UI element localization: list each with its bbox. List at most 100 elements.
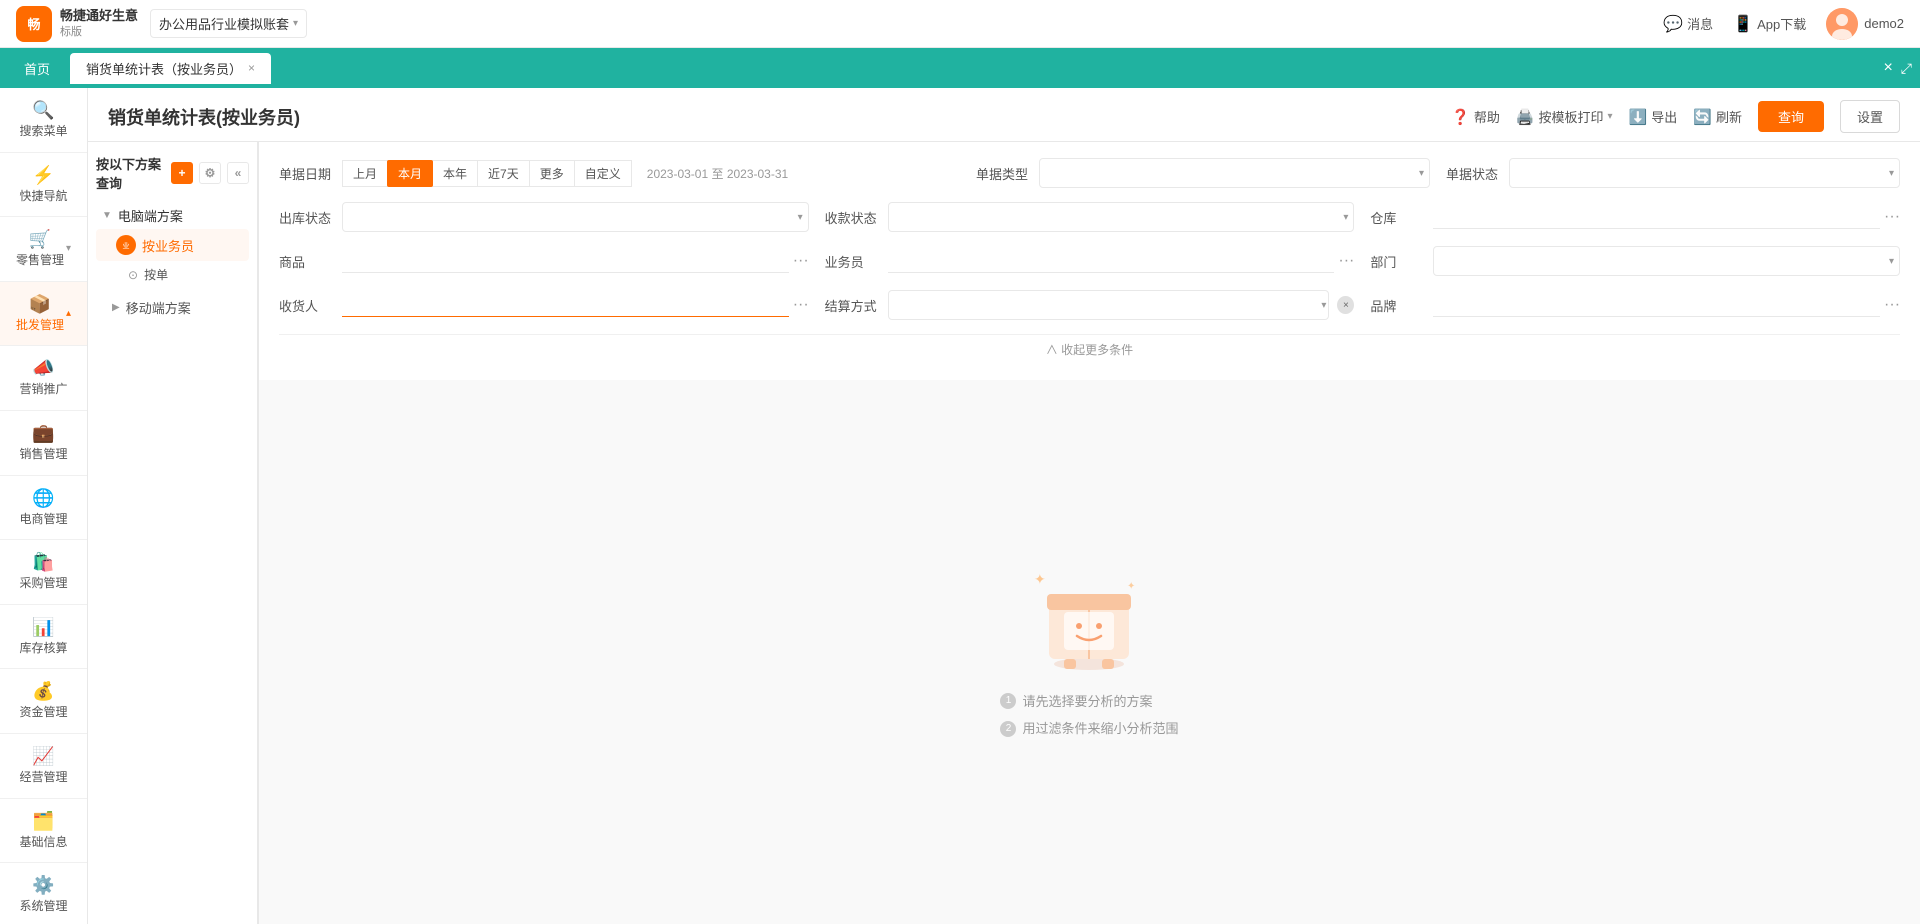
- wholesale-icon: 📦: [29, 294, 51, 315]
- doc-type-control: ▾: [1039, 158, 1430, 188]
- sidebar-item-inventory[interactable]: 📊 库存核算: [0, 605, 87, 670]
- tab-home[interactable]: 首页: [8, 53, 66, 84]
- receiver-dots-icon[interactable]: ···: [793, 296, 809, 314]
- warehouse-dots-icon[interactable]: ···: [1884, 208, 1900, 226]
- sidebar-item-wholesale[interactable]: 📦 批发管理 ▴: [0, 282, 87, 347]
- empty-illustration: ✦ ✦: [1029, 564, 1149, 674]
- doc-status-control: ▾: [1509, 158, 1900, 188]
- date-btn-more[interactable]: 更多: [529, 160, 575, 187]
- date-btn-custom[interactable]: 自定义: [574, 160, 632, 187]
- page-actions: ❓ 帮助 🖨️ 按模板打印 ▾ ⬇️ 导出 🔄 刷新 查询 设置: [1451, 100, 1900, 133]
- content-area: 销货单统计表(按业务员) ❓ 帮助 🖨️ 按模板打印 ▾ ⬇️ 导出 🔄 刷: [88, 88, 1920, 924]
- receipt-status-dropdown[interactable]: [888, 202, 1355, 232]
- setting-button[interactable]: 设置: [1840, 100, 1900, 133]
- print-icon: 🖨️: [1516, 108, 1535, 126]
- main-layout: 🔍 搜索菜单 ⚡ 快捷导航 🛒 零售管理 ▾ 📦 批发管理 ▴ 📣 营销推广: [0, 88, 1920, 924]
- logo-area[interactable]: 畅 畅捷通好生意 标版: [16, 6, 138, 42]
- sidebar-item-purchase[interactable]: 🛍️ 采购管理: [0, 540, 87, 605]
- left-panel-icons: + ⚙ «: [171, 162, 249, 184]
- goods-dots-icon[interactable]: ···: [793, 252, 809, 270]
- tree-section-desktop-title[interactable]: ▼ 电脑端方案: [96, 202, 249, 229]
- mobile-icon: 📱: [1733, 14, 1753, 34]
- department-dropdown[interactable]: [1433, 246, 1900, 276]
- retail-icon: 🛒: [29, 229, 51, 250]
- salesperson-input[interactable]: [888, 249, 1335, 273]
- help-button[interactable]: ❓ 帮助: [1451, 107, 1500, 126]
- sidebar-item-search[interactable]: 🔍 搜索菜单: [0, 88, 87, 153]
- export-button[interactable]: ⬇️ 导出: [1629, 107, 1678, 126]
- out-status-label: 出库状态: [279, 208, 334, 227]
- edit-scheme-button[interactable]: ⚙: [199, 162, 221, 184]
- filter-receiver-item: 收货人 ···: [279, 293, 809, 317]
- receiver-control: ···: [342, 293, 809, 317]
- filter-doc-type-item: 单据类型 ▾: [976, 158, 1430, 188]
- receiver-label: 收货人: [279, 296, 334, 315]
- user-menu[interactable]: demo2: [1826, 8, 1904, 40]
- filter-receipt-status-item: 收款状态 ▾: [825, 202, 1355, 232]
- sidebar-item-ecom[interactable]: 🌐 电商管理: [0, 476, 87, 541]
- sidebar-item-quick-nav[interactable]: ⚡ 快捷导航: [0, 153, 87, 218]
- svg-text:✦: ✦: [1034, 571, 1046, 587]
- sidebar-item-system[interactable]: ⚙️ 系统管理: [0, 863, 87, 924]
- tree-item-order[interactable]: ⊙ 按单: [96, 261, 249, 288]
- date-btn-7days[interactable]: 近7天: [477, 160, 530, 187]
- filter-row-1: 单据日期 上月 本月 本年 近7天 更多 自定义 2023-03-01 至 20…: [279, 158, 1900, 188]
- help-icon: ❓: [1451, 108, 1470, 126]
- window-close-icon[interactable]: ×: [1883, 59, 1892, 77]
- receiver-input[interactable]: [342, 293, 789, 317]
- marketing-icon: 📣: [4, 358, 83, 379]
- date-filter: 上月 本月 本年 近7天 更多 自定义: [342, 160, 631, 187]
- goods-control: ···: [342, 249, 809, 273]
- sidebar-item-ops[interactable]: 📈 经营管理: [0, 734, 87, 799]
- sidebar-item-sales[interactable]: 💼 销售管理: [0, 411, 87, 476]
- date-btn-this-month[interactable]: 本月: [387, 160, 433, 187]
- svg-text:业: 业: [123, 241, 130, 250]
- tip-num-2: 2: [1000, 721, 1016, 737]
- app-download-button[interactable]: 📱 App下载: [1733, 14, 1806, 34]
- refresh-button[interactable]: 🔄 刷新: [1693, 107, 1742, 126]
- settlement-dropdown[interactable]: [888, 290, 1330, 320]
- message-button[interactable]: 💬 消息: [1663, 14, 1713, 34]
- sidebar-item-finance[interactable]: 💰 资金管理: [0, 669, 87, 734]
- doc-status-dropdown[interactable]: [1509, 158, 1900, 188]
- tree-collapsed-icon: ▶: [112, 302, 120, 313]
- brand-label: 品牌: [1370, 296, 1425, 315]
- collapse-panel-button[interactable]: «: [227, 162, 249, 184]
- filter-out-status-item: 出库状态 ▾: [279, 202, 809, 232]
- sidebar-item-basic[interactable]: 🗂️ 基础信息: [0, 799, 87, 864]
- warehouse-input[interactable]: [1433, 205, 1880, 229]
- brand-input[interactable]: [1433, 293, 1880, 317]
- logo-icon: 畅: [16, 6, 52, 42]
- tree-item-salesperson[interactable]: 业 按业务员: [96, 229, 249, 261]
- window-expand-icon[interactable]: ⤢: [1901, 60, 1912, 77]
- goods-input[interactable]: [342, 249, 789, 273]
- doc-type-dropdown[interactable]: [1039, 158, 1430, 188]
- avatar: [1826, 8, 1858, 40]
- salesperson-dots-icon[interactable]: ···: [1338, 252, 1354, 270]
- settlement-control: × ▾: [888, 290, 1355, 320]
- sidebar-item-marketing[interactable]: 📣 营销推广: [0, 346, 87, 411]
- tree-section-mobile-title[interactable]: ▶ 移动端方案: [96, 294, 249, 321]
- brand-dots-icon[interactable]: ···: [1884, 296, 1900, 314]
- out-status-dropdown[interactable]: [342, 202, 809, 232]
- top-header: 畅 畅捷通好生意 标版 办公用品行业模拟账套 ▾ 💬 消息 📱 App下载 de…: [0, 0, 1920, 48]
- settlement-clear-button[interactable]: ×: [1337, 296, 1354, 314]
- query-button[interactable]: 查询: [1758, 101, 1824, 132]
- filter-date-item: 单据日期 上月 本月 本年 近7天 更多 自定义 2023-03-01 至 20…: [279, 160, 960, 187]
- collapse-conditions-button[interactable]: ∧ 收起更多条件: [279, 334, 1900, 364]
- tab-close-icon[interactable]: ×: [248, 61, 255, 75]
- tab-active[interactable]: 销货单统计表（按业务员） ×: [70, 53, 271, 84]
- add-scheme-button[interactable]: +: [171, 162, 193, 184]
- date-btn-last-month[interactable]: 上月: [342, 160, 388, 187]
- date-btn-this-year[interactable]: 本年: [432, 160, 478, 187]
- department-label: 部门: [1370, 252, 1425, 271]
- sidebar-item-retail[interactable]: 🛒 零售管理 ▾: [0, 217, 87, 282]
- template-print-button[interactable]: 🖨️ 按模板打印 ▾: [1516, 107, 1613, 126]
- workspace-selector[interactable]: 办公用品行业模拟账套 ▾: [150, 9, 307, 38]
- empty-state-area: ✦ ✦ 1 请先选择要分析的方: [259, 380, 1920, 924]
- receipt-status-control: ▾: [888, 202, 1355, 232]
- salesperson-control: ···: [888, 249, 1355, 273]
- brand-control: ···: [1433, 293, 1900, 317]
- salesperson-scheme-icon: 业: [116, 235, 136, 255]
- department-control: ▾: [1433, 246, 1900, 276]
